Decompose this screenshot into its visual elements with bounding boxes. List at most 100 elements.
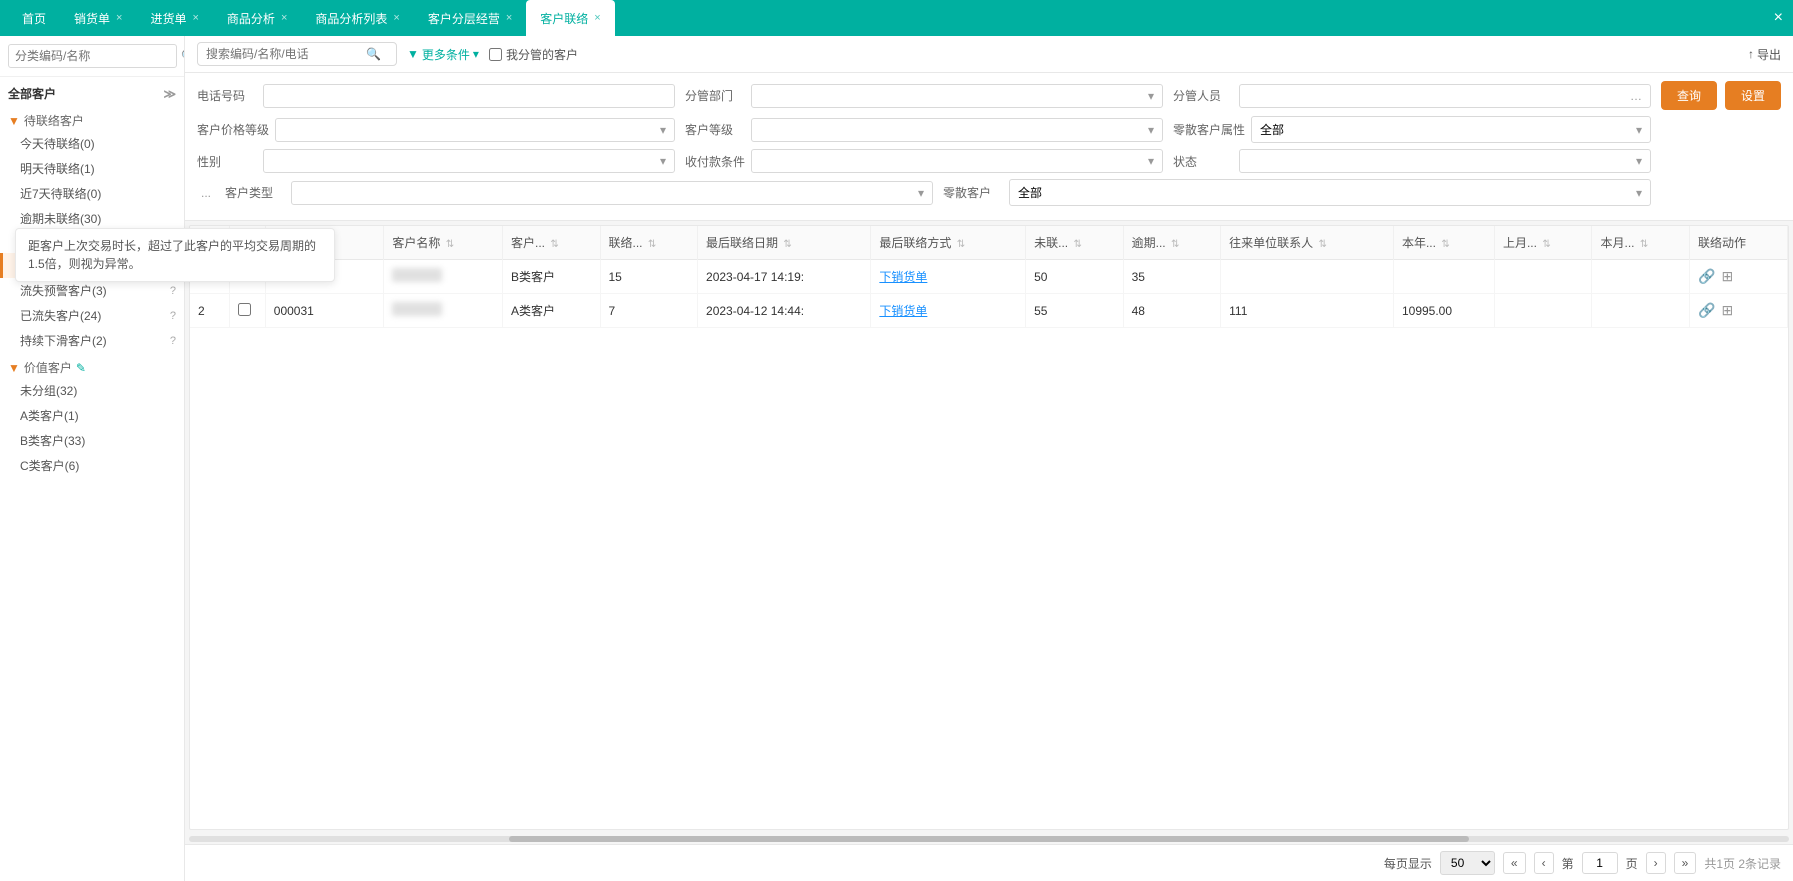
status-select[interactable]: ▾ [1239, 149, 1651, 173]
nav-close-product-analysis[interactable]: × [281, 12, 287, 24]
row1-link-icon[interactable]: 🔗 [1698, 268, 1715, 285]
my-customers-filter[interactable]: 我分管的客户 [489, 46, 578, 63]
value-customers-group[interactable]: ▼ 价值客户 ✎ [0, 353, 184, 378]
retail-customer-select[interactable]: 全部 ▾ [1009, 179, 1651, 206]
lost-warning-help-icon: ? [170, 285, 176, 297]
sort-last-month-icon[interactable]: ⇅ [1542, 239, 1550, 250]
table-row: 1 000039 B类客户 15 2023-04-17 14:19: 下销货单 [190, 260, 1788, 294]
nav-purchase-order[interactable]: 进货单 × [136, 0, 212, 36]
nav-customer-contact[interactable]: 客户联络 × [526, 0, 614, 36]
per-page-label: 每页显示 [1384, 855, 1432, 872]
row2-select-checkbox[interactable] [238, 303, 251, 316]
nav-product-analysis-list[interactable]: 商品分析列表 × [301, 0, 413, 36]
nav-close-segmentation[interactable]: × [506, 12, 512, 24]
sort-contact-count-icon[interactable]: ⇅ [648, 239, 656, 250]
sidebar-item-b-class[interactable]: B类客户(33) [0, 428, 184, 453]
sidebar-item-today-pending[interactable]: 今天待联络(0) [0, 131, 184, 156]
my-customers-checkbox[interactable] [489, 48, 502, 61]
nav-close-contact[interactable]: × [594, 12, 600, 24]
retail-attr-select[interactable]: 全部 ▾ [1251, 116, 1651, 143]
gender-chevron-icon: ▾ [660, 154, 666, 168]
dept-select[interactable]: ▾ [751, 84, 1163, 108]
sort-this-year-icon[interactable]: ⇅ [1441, 239, 1449, 250]
retail-customer-label: 零散客户 [943, 184, 1003, 201]
sidebar-search-input[interactable] [8, 44, 177, 68]
row2-contact-person: 111 [1221, 294, 1394, 328]
row1-grid-icon[interactable]: ⊞ [1721, 268, 1733, 285]
scrollbar-thumb[interactable] [509, 836, 1469, 842]
col-header-last-month: 上月... ⇅ [1494, 226, 1592, 260]
sidebar-item-tomorrow-pending[interactable]: 明天待联络(1) [0, 156, 184, 181]
main-search-input[interactable] [206, 47, 366, 61]
sidebar-item-7day-pending[interactable]: 近7天待联络(0) [0, 181, 184, 206]
nav-sales-order[interactable]: 销货单 × [60, 0, 136, 36]
value-customers-edit-icon[interactable]: ✎ [76, 361, 86, 375]
sort-name-icon[interactable]: ⇅ [446, 239, 454, 250]
row2-grid-icon[interactable]: ⊞ [1721, 302, 1733, 319]
repurchase-anomaly-tooltip: 距客户上次交易时长，超过了此客户的平均交易周期的1.5倍，则视为异常。 [15, 228, 335, 282]
close-all-tabs[interactable]: × [1774, 9, 1783, 27]
price-grade-chevron-icon: ▾ [660, 123, 666, 137]
nav-customer-segmentation[interactable]: 客户分层经营 × [414, 0, 526, 36]
nav-close-product-list[interactable]: × [393, 12, 399, 24]
sidebar-item-declining[interactable]: 持续下滑客户(2) ? [0, 328, 184, 353]
already-lost-help-icon: ? [170, 310, 176, 322]
customer-grade-select[interactable]: ▾ [751, 118, 1163, 142]
manager-select[interactable]: … [1239, 84, 1651, 108]
customer-grade-filter-cell: 客户等级 ▾ [685, 118, 1163, 142]
sort-this-month-icon[interactable]: ⇅ [1640, 239, 1648, 250]
nav-close-purchase[interactable]: × [192, 12, 198, 24]
query-button[interactable]: 查询 [1661, 81, 1717, 110]
pending-arrow-icon: ▼ [8, 114, 20, 128]
dept-label: 分管部门 [685, 87, 745, 104]
sort-overdue-icon[interactable]: ⇅ [1171, 239, 1179, 250]
payment-chevron-icon: ▾ [1148, 154, 1154, 168]
value-arrow-icon: ▼ [8, 361, 20, 375]
sort-contact-person-icon[interactable]: ⇅ [1319, 239, 1327, 250]
page-number-input[interactable] [1582, 852, 1618, 874]
sidebar-collapse-icon[interactable]: ≫ [163, 87, 176, 101]
sidebar-item-unclassified[interactable]: 未分组(32) [0, 378, 184, 403]
filter-row-3: 性别 ▾ 收付款条件 ▾ 状态 [197, 149, 1781, 173]
sidebar-item-already-lost[interactable]: 已流失客户(24) ? [0, 303, 184, 328]
row1-contact-method-link[interactable]: 下销货单 [879, 270, 927, 284]
nav-close-sales[interactable]: × [116, 12, 122, 24]
sidebar-item-c-class[interactable]: C类客户(6) [0, 453, 184, 478]
nav-home[interactable]: 首页 [8, 0, 60, 36]
customer-type-select[interactable]: ▾ [291, 181, 933, 205]
payment-select[interactable]: ▾ [751, 149, 1163, 173]
row2-link-icon[interactable]: 🔗 [1698, 302, 1715, 319]
per-page-select[interactable]: 50 100 200 [1440, 851, 1495, 875]
row1-this-year [1393, 260, 1494, 294]
gender-select[interactable]: ▾ [263, 149, 675, 173]
manager-chevron-icon: … [1630, 89, 1642, 103]
filter-actions: 查询 设置 [1661, 81, 1781, 110]
first-page-button[interactable]: « [1503, 852, 1526, 874]
horizontal-scrollbar[interactable] [185, 834, 1793, 844]
last-page-button[interactable]: » [1674, 852, 1697, 874]
col-header-actions: 联络动作 [1690, 226, 1788, 260]
row2-contact-method-link[interactable]: 下销货单 [879, 304, 927, 318]
sidebar-item-a-class[interactable]: A类客户(1) [0, 403, 184, 428]
sort-type-icon[interactable]: ⇅ [550, 239, 558, 250]
sort-last-date-icon[interactable]: ⇅ [783, 239, 791, 250]
more-filter-dots[interactable]: ... [201, 186, 211, 200]
table-row: 2 000031 A类客户 7 2023-04-12 14:44: 下销货单 [190, 294, 1788, 328]
nav-product-analysis[interactable]: 商品分析 × [213, 0, 301, 36]
price-grade-select[interactable]: ▾ [275, 118, 675, 142]
settings-button[interactable]: 设置 [1725, 81, 1781, 110]
retail-attr-chevron-icon: ▾ [1636, 123, 1642, 137]
pending-contact-group[interactable]: ▼ 待联络客户 [0, 106, 184, 131]
prev-page-button[interactable]: ‹ [1534, 852, 1554, 874]
next-page-button[interactable]: › [1646, 852, 1666, 874]
phone-input[interactable] [263, 84, 675, 108]
sort-uncontacted-icon[interactable]: ⇅ [1073, 239, 1081, 250]
row2-num: 2 [190, 294, 229, 328]
col-header-type: 客户... ⇅ [502, 226, 600, 260]
content-area: 🔍 ▼ 更多条件 ▾ 我分管的客户 ↑ 导出 电话号码 [185, 36, 1793, 881]
more-conditions-button[interactable]: ▼ 更多条件 ▾ [407, 46, 479, 63]
export-button[interactable]: ↑ 导出 [1748, 46, 1781, 63]
row2-last-contact-date: 2023-04-12 14:44: [698, 294, 871, 328]
sort-last-method-icon[interactable]: ⇅ [957, 239, 965, 250]
main-search-icon[interactable]: 🔍 [366, 47, 381, 61]
